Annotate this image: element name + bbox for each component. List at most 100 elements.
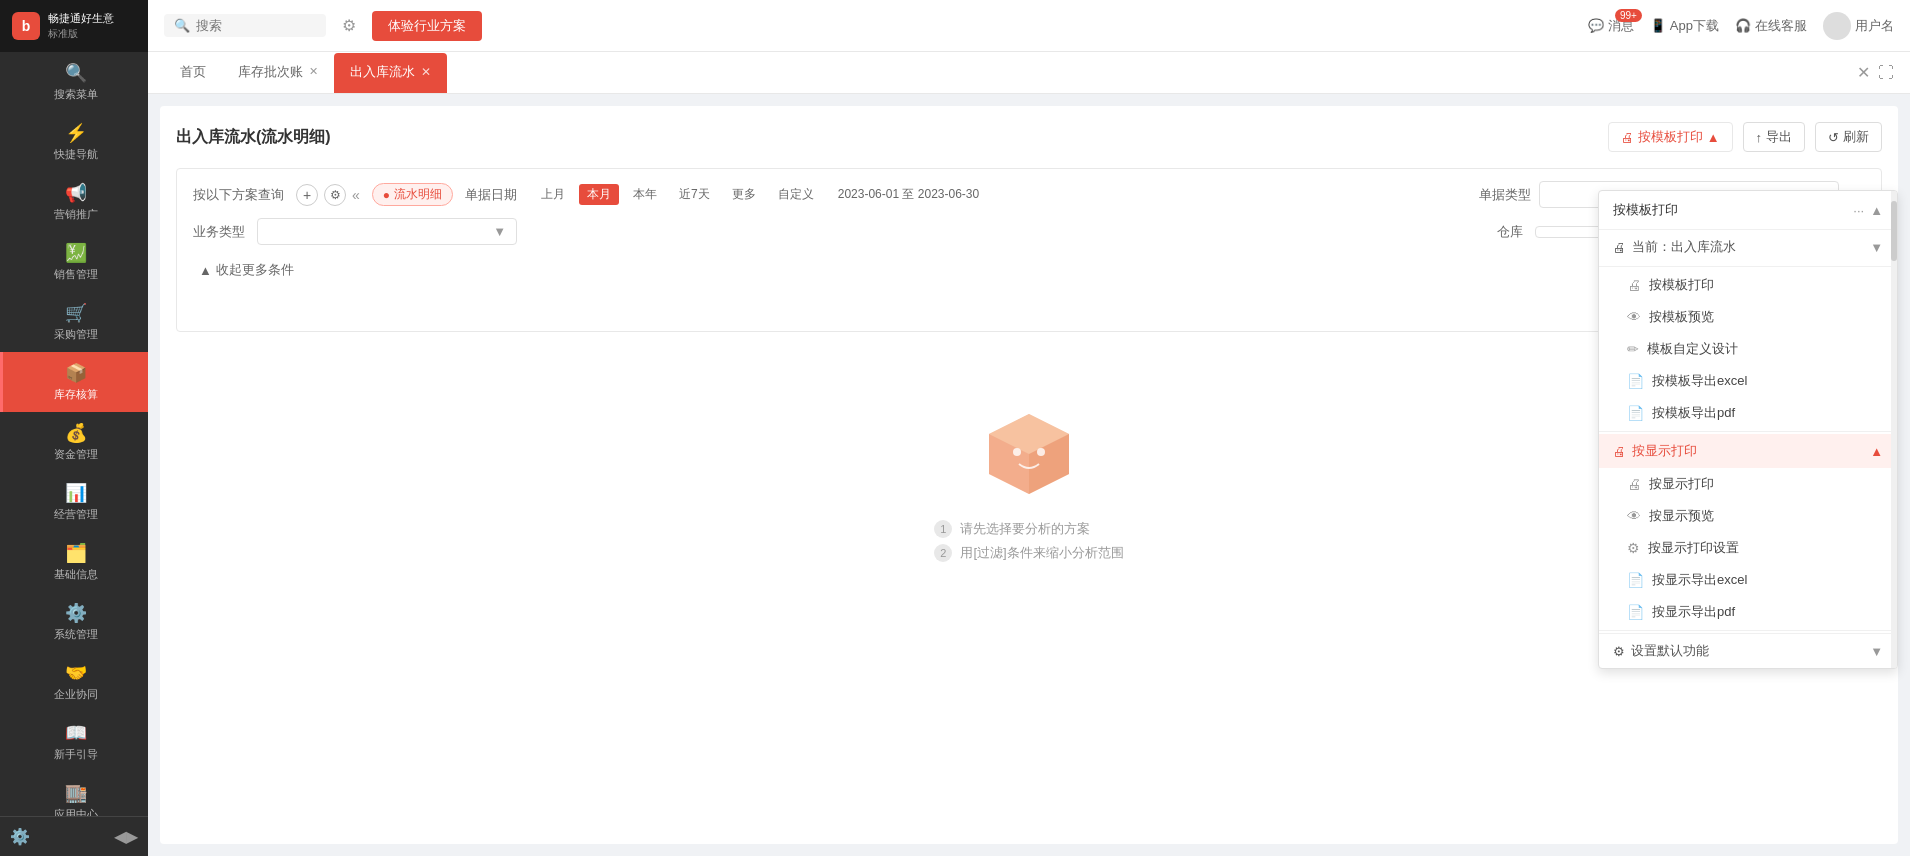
dp-template-customize[interactable]: ✏ 模板自定义设计: [1599, 333, 1897, 365]
dp-template-export-pdf[interactable]: 📄 按模板导出pdf: [1599, 397, 1897, 429]
app-download-button[interactable]: 📱 App下载: [1650, 17, 1719, 35]
dp-template-preview[interactable]: 👁 按模板预览: [1599, 301, 1897, 333]
filter-tag-label: 流水明细: [394, 186, 442, 203]
content-area: 出入库流水(流水明细) 🖨 按模板打印 ▲ ↑ 导出 ↺ 刷新: [148, 94, 1910, 856]
tab-inout-flow[interactable]: 出入库流水 ✕: [334, 53, 447, 93]
biz-type-arrow-icon: ▼: [493, 224, 506, 239]
dropdown-collapse-icon[interactable]: ▲: [1870, 203, 1883, 218]
online-service-label: 在线客服: [1755, 17, 1807, 35]
dp-preview-icon: 👁: [1627, 309, 1641, 325]
dp-display-preview-icon: 👁: [1627, 508, 1641, 524]
sidebar-item-shortcut[interactable]: ⚡ 快捷导航: [0, 112, 148, 172]
dp-divider-1: [1599, 266, 1897, 267]
dp-footer-arrow: ▼: [1870, 644, 1883, 659]
online-service-button[interactable]: 🎧 在线客服: [1735, 17, 1807, 35]
sidebar-collapse-icon[interactable]: ◀▶: [114, 827, 138, 846]
refresh-button[interactable]: ↺ 刷新: [1815, 122, 1882, 152]
user-avatar[interactable]: 用户名: [1823, 12, 1894, 40]
sidebar: b 畅捷通好生意 标准版 🔍 搜索菜单 ⚡ 快捷导航 📢 营销推广 💹 销售管理…: [0, 0, 148, 856]
filter-gear-button[interactable]: ⚙: [324, 184, 346, 206]
dp-display-export-pdf[interactable]: 📄 按显示导出pdf: [1599, 596, 1897, 628]
logo-title: 畅捷通好生意: [48, 11, 114, 26]
dp-display-print[interactable]: 🖨 按显示打印: [1599, 468, 1897, 500]
tab-bar-right: ✕ ⛶: [1857, 63, 1894, 82]
display-section-header[interactable]: 🖨 按显示打印 ▲: [1599, 434, 1897, 468]
dp-display-preview[interactable]: 👁 按显示预览: [1599, 500, 1897, 532]
dp-display-settings-label: 按显示打印设置: [1648, 539, 1739, 557]
guide-nav-icon: 📖: [65, 722, 87, 744]
empty-steps: 1 请先选择要分析的方案 2 用[过滤]条件来缩小分析范围: [934, 520, 1123, 568]
date-7days-btn[interactable]: 近7天: [671, 184, 718, 205]
date-range-display: 2023-06-01 至 2023-06-30: [838, 186, 979, 203]
industry-solution-button[interactable]: 体验行业方案: [372, 11, 482, 41]
search-nav-icon: 🔍: [65, 62, 87, 84]
sidebar-item-sales[interactable]: 💹 销售管理: [0, 232, 148, 292]
dp-template-pdf-label: 按模板导出pdf: [1652, 404, 1735, 422]
dp-template-print[interactable]: 🖨 按模板打印: [1599, 269, 1897, 301]
user-name-label: 用户名: [1855, 17, 1894, 35]
sidebar-item-appstore[interactable]: 🏬 应用中心: [0, 772, 148, 816]
date-this-month-btn[interactable]: 本月: [579, 184, 619, 205]
dropdown-scrollbar[interactable]: [1891, 191, 1897, 668]
dp-display-export-excel[interactable]: 📄 按显示导出excel: [1599, 564, 1897, 596]
dp-template-print-label: 按模板打印: [1649, 276, 1714, 294]
dp-template-export-excel[interactable]: 📄 按模板导出excel: [1599, 365, 1897, 397]
filter-collapse-button[interactable]: «: [352, 187, 360, 203]
sidebar-item-guide[interactable]: 📖 新手引导: [0, 712, 148, 772]
date-last-month-btn[interactable]: 上月: [533, 184, 573, 205]
sidebar-item-purchase[interactable]: 🛒 采购管理: [0, 292, 148, 352]
notification-button[interactable]: 💬 消息 99+: [1588, 17, 1634, 35]
sidebar-item-finance[interactable]: 💰 资金管理: [0, 412, 148, 472]
empty-icon: [969, 404, 1089, 504]
template-print-dropdown: 按模板打印 ··· ▲ 🖨 当前：出入库流水 ▼: [1598, 190, 1898, 669]
sidebar-item-marketing[interactable]: 📢 营销推广: [0, 172, 148, 232]
svg-point-5: [1037, 448, 1045, 456]
dropdown-more-icon[interactable]: ···: [1853, 203, 1864, 218]
date-more-btn[interactable]: 更多: [724, 184, 764, 205]
dp-divider-2: [1599, 431, 1897, 432]
dp-display-print-settings[interactable]: ⚙ 按显示打印设置: [1599, 532, 1897, 564]
date-this-year-btn[interactable]: 本年: [625, 184, 665, 205]
sidebar-label-sales: 销售管理: [54, 267, 98, 282]
tab-home[interactable]: 首页: [164, 53, 222, 93]
sidebar-item-operations[interactable]: 📊 经营管理: [0, 472, 148, 532]
sidebar-item-base[interactable]: 🗂️ 基础信息: [0, 532, 148, 592]
sidebar-item-enterprise[interactable]: 🤝 企业协同: [0, 652, 148, 712]
tab-close-all-icon[interactable]: ✕: [1857, 63, 1870, 82]
current-section-icon: 🖨: [1613, 240, 1626, 255]
settings-gear-icon[interactable]: ⚙: [342, 16, 356, 35]
step-num-2: 2: [934, 544, 952, 562]
date-custom-btn[interactable]: 自定义: [770, 184, 822, 205]
dropdown-footer[interactable]: ⚙ 设置默认功能 ▼: [1599, 633, 1897, 668]
sidebar-item-search[interactable]: 🔍 搜索菜单: [0, 52, 148, 112]
dropdown-current-section: 🖨 当前：出入库流水 ▼: [1599, 230, 1897, 264]
sidebar-label-appstore: 应用中心: [54, 807, 98, 816]
base-nav-icon: 🗂️: [65, 542, 87, 564]
dp-display-excel-label: 按显示导出excel: [1652, 571, 1747, 589]
export-button[interactable]: ↑ 导出: [1743, 122, 1806, 152]
filter-active-tag[interactable]: ● 流水明细: [372, 183, 453, 206]
avatar-image: [1823, 12, 1851, 40]
tab-fullscreen-icon[interactable]: ⛶: [1878, 64, 1894, 82]
header-search-box[interactable]: 🔍: [164, 14, 326, 37]
template-print-button[interactable]: 🖨 按模板打印 ▲: [1608, 122, 1733, 152]
tab-inventory-batch[interactable]: 库存批次账 ✕: [222, 53, 334, 93]
template-print-label: 按模板打印: [1638, 128, 1703, 146]
biz-type-select[interactable]: ▼: [257, 218, 517, 245]
tab-inventory-batch-close[interactable]: ✕: [309, 65, 318, 78]
current-section-header[interactable]: 🖨 当前：出入库流水 ▼: [1599, 230, 1897, 264]
tab-inout-flow-close[interactable]: ✕: [421, 65, 431, 79]
sidebar-label-marketing: 营销推广: [54, 207, 98, 222]
dp-customize-icon: ✏: [1627, 341, 1639, 357]
dp-template-preview-label: 按模板预览: [1649, 308, 1714, 326]
search-input[interactable]: [196, 18, 316, 33]
empty-step-1: 1 请先选择要分析的方案: [934, 520, 1123, 538]
filter-add-button[interactable]: +: [296, 184, 318, 206]
dp-divider-3: [1599, 630, 1897, 631]
sidebar-item-system[interactable]: ⚙️ 系统管理: [0, 592, 148, 652]
sidebar-item-inventory[interactable]: 📦 库存核算: [0, 352, 148, 412]
dp-display-preview-label: 按显示预览: [1649, 507, 1714, 525]
sidebar-settings-icon[interactable]: ⚙️: [10, 827, 30, 846]
headset-icon: 🎧: [1735, 18, 1751, 33]
sidebar-label-purchase: 采购管理: [54, 327, 98, 342]
